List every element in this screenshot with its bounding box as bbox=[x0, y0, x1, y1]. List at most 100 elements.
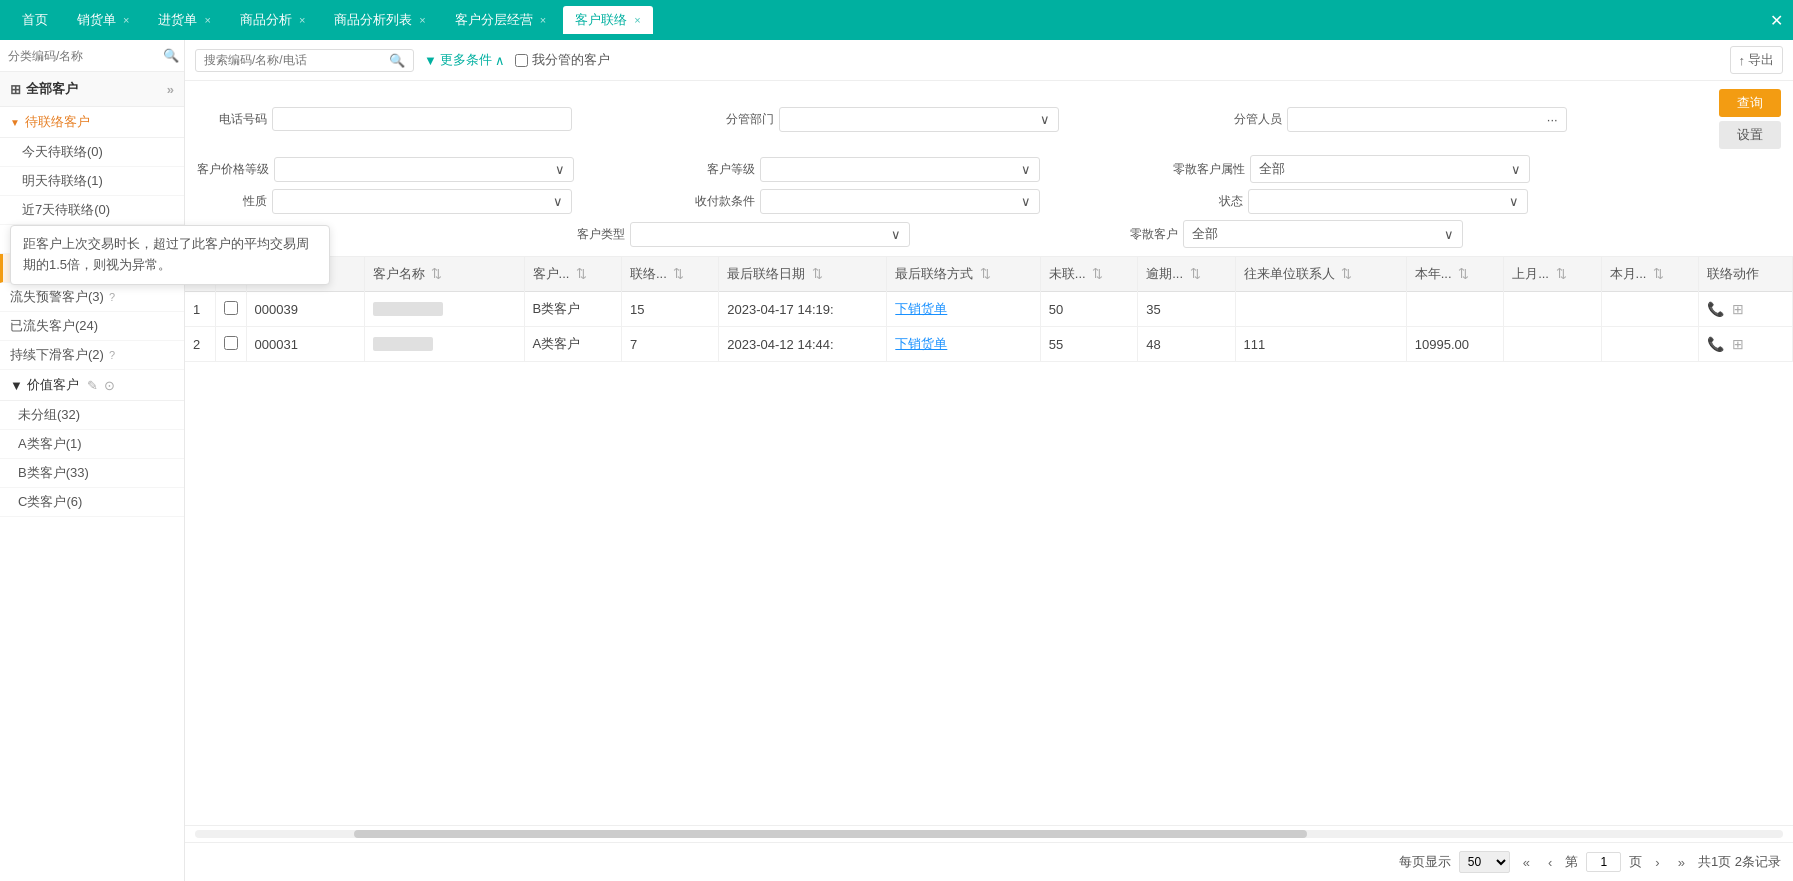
sort-method-icon[interactable]: ⇅ bbox=[980, 266, 991, 281]
cust-level-select[interactable]: ∨ bbox=[760, 157, 1040, 182]
sort-contact-icon[interactable]: ⇅ bbox=[673, 266, 684, 281]
my-customer-checkbox[interactable]: 我分管的客户 bbox=[515, 51, 610, 69]
sidebar-item-c-class[interactable]: C类客户(6) bbox=[0, 488, 184, 517]
col-customer-level: 客户... ⇅ bbox=[524, 257, 621, 292]
close-customer-stratify-icon[interactable]: × bbox=[540, 14, 546, 26]
row1-method[interactable]: 下销货单 bbox=[887, 292, 1040, 327]
search-box[interactable]: 🔍 bbox=[195, 49, 414, 72]
tab-product-analysis[interactable]: 商品分析 × bbox=[228, 6, 317, 34]
sort-date-icon[interactable]: ⇅ bbox=[812, 266, 823, 281]
edit-icon[interactable]: ✎ bbox=[87, 378, 98, 393]
row1-actions: 📞 ⊞ bbox=[1698, 292, 1792, 327]
close-all-button[interactable]: ✕ bbox=[1770, 11, 1783, 30]
settings-button[interactable]: 设置 bbox=[1719, 121, 1781, 149]
page-label2: 页 bbox=[1629, 853, 1642, 871]
row2-check[interactable] bbox=[224, 336, 238, 350]
sort-last-month-icon[interactable]: ⇅ bbox=[1556, 266, 1567, 281]
nature-select[interactable]: ∨ bbox=[272, 189, 572, 214]
sidebar-item-continuous-drop[interactable]: 持续下滑客户(2) ? bbox=[0, 341, 184, 370]
search-input[interactable] bbox=[204, 53, 384, 67]
close-product-list-icon[interactable]: × bbox=[419, 14, 425, 26]
row1-level: B类客户 bbox=[524, 292, 621, 327]
search-icon[interactable]: 🔍 bbox=[389, 53, 405, 68]
sort-company-icon[interactable]: ⇅ bbox=[1341, 266, 1352, 281]
close-purchase-icon[interactable]: × bbox=[204, 14, 210, 26]
collapse-icon[interactable]: » bbox=[167, 82, 174, 97]
row1-checkbox[interactable] bbox=[215, 292, 246, 327]
row2-grid-icon[interactable]: ⊞ bbox=[1732, 336, 1744, 352]
last-page-btn[interactable]: » bbox=[1673, 853, 1690, 872]
sidebar-item-b-class[interactable]: B类客户(33) bbox=[0, 459, 184, 488]
chevron-down-nature: ∨ bbox=[553, 194, 563, 209]
row2-method-link[interactable]: 下销货单 bbox=[895, 336, 947, 351]
dept-select[interactable]: ∨ bbox=[779, 107, 1059, 132]
page-input[interactable] bbox=[1586, 852, 1621, 872]
sidebar-search-bar[interactable]: 🔍 bbox=[0, 40, 184, 72]
tab-purchase[interactable]: 进货单 × bbox=[146, 6, 222, 34]
my-customer-check[interactable] bbox=[515, 54, 528, 67]
row1-grid-icon[interactable]: ⊞ bbox=[1732, 301, 1744, 317]
value-group-title[interactable]: ▼ 价值客户 ✎ ⊙ bbox=[0, 370, 184, 401]
retail-attr-select[interactable]: 全部 ∨ bbox=[1250, 155, 1530, 183]
sort-overdue-icon[interactable]: ⇅ bbox=[1190, 266, 1201, 281]
filter-row-3: 性质 ∨ 收付款条件 ∨ 状态 bbox=[197, 189, 1781, 214]
pending-group-title[interactable]: ▼ 待联络客户 bbox=[0, 107, 184, 138]
price-level-select[interactable]: ∨ bbox=[274, 157, 574, 182]
row1-index: 1 bbox=[185, 292, 215, 327]
close-sales-icon[interactable]: × bbox=[123, 14, 129, 26]
sidebar-item-lost-warning[interactable]: 流失预警客户(3) ? bbox=[0, 283, 184, 312]
filter-row-1: 电话号码 分管部门 ∨ 分管人员 ··· bbox=[197, 89, 1781, 149]
sidebar-search-input[interactable] bbox=[8, 49, 158, 63]
tab-sales[interactable]: 销货单 × bbox=[65, 6, 141, 34]
chevron-down-icon: ∧ bbox=[495, 53, 505, 68]
tab-customer-stratify[interactable]: 客户分层经营 × bbox=[443, 6, 558, 34]
row1-name bbox=[364, 292, 524, 327]
horizontal-scrollbar[interactable] bbox=[195, 830, 1783, 838]
sort-year-icon[interactable]: ⇅ bbox=[1458, 266, 1469, 281]
row2-date: 2023-04-12 14:44: bbox=[719, 327, 887, 362]
phone-input[interactable] bbox=[272, 107, 572, 131]
tab-home[interactable]: 首页 bbox=[10, 6, 60, 34]
next-page-btn[interactable]: › bbox=[1650, 853, 1664, 872]
row1-phone-icon[interactable]: 📞 bbox=[1707, 301, 1724, 317]
scrollbar-thumb[interactable] bbox=[354, 830, 1307, 838]
prev-page-btn[interactable]: ‹ bbox=[1543, 853, 1557, 872]
more-conditions-btn[interactable]: ▼ 更多条件 ∧ bbox=[424, 51, 505, 69]
sidebar-item-today[interactable]: 今天待联络(0) bbox=[0, 138, 184, 167]
sidebar-search-icon[interactable]: 🔍 bbox=[163, 48, 179, 63]
sort-uncontacted-icon[interactable]: ⇅ bbox=[1092, 266, 1103, 281]
export-button[interactable]: ↑ 导出 bbox=[1730, 46, 1784, 74]
cust-type-select[interactable]: ∨ bbox=[630, 222, 910, 247]
tab-customer-contact[interactable]: 客户联络 × bbox=[563, 6, 652, 34]
row1-method-link[interactable]: 下销货单 bbox=[895, 301, 947, 316]
row2-method[interactable]: 下销货单 bbox=[887, 327, 1040, 362]
sidebar-item-a-class[interactable]: A类客户(1) bbox=[0, 430, 184, 459]
close-product-analysis-icon[interactable]: × bbox=[299, 14, 305, 26]
payment-select[interactable]: ∨ bbox=[760, 189, 1040, 214]
status-select[interactable]: ∨ bbox=[1248, 189, 1528, 214]
sidebar-item-tomorrow[interactable]: 明天待联络(1) bbox=[0, 167, 184, 196]
sort-name-icon[interactable]: ⇅ bbox=[431, 266, 442, 281]
sort-this-month-icon[interactable]: ⇅ bbox=[1653, 266, 1664, 281]
chevron-down-cust-level: ∨ bbox=[1021, 162, 1031, 177]
top-nav: 首页 销货单 × 进货单 × 商品分析 × 商品分析列表 × 客户分层经营 × … bbox=[0, 0, 1793, 40]
row2-this-month bbox=[1601, 327, 1698, 362]
per-page-select[interactable]: 50 20 100 bbox=[1459, 851, 1510, 873]
sidebar-item-already-lost[interactable]: 已流失客户(24) bbox=[0, 312, 184, 341]
first-page-btn[interactable]: « bbox=[1518, 853, 1535, 872]
row2-checkbox[interactable] bbox=[215, 327, 246, 362]
person-select[interactable]: ··· bbox=[1287, 107, 1567, 132]
close-customer-contact-icon[interactable]: × bbox=[634, 14, 640, 26]
sidebar-item-7days[interactable]: 近7天待联络(0) bbox=[0, 196, 184, 225]
query-button[interactable]: 查询 bbox=[1719, 89, 1781, 117]
sidebar-item-ungrouped[interactable]: 未分组(32) bbox=[0, 401, 184, 430]
row2-company-contact: 111 bbox=[1235, 327, 1406, 362]
data-table-container: ⚙ 客户编码 ⇅ 客户名称 ⇅ bbox=[185, 257, 1793, 825]
row1-check[interactable] bbox=[224, 301, 238, 315]
settings-icon2[interactable]: ⊙ bbox=[104, 378, 115, 393]
retail-cust-select[interactable]: 全部 ∨ bbox=[1183, 220, 1463, 248]
row2-phone-icon[interactable]: 📞 bbox=[1707, 336, 1724, 352]
total-records: 共1页 2条记录 bbox=[1698, 853, 1781, 871]
sort-level-icon[interactable]: ⇅ bbox=[576, 266, 587, 281]
tab-product-list[interactable]: 商品分析列表 × bbox=[322, 6, 437, 34]
